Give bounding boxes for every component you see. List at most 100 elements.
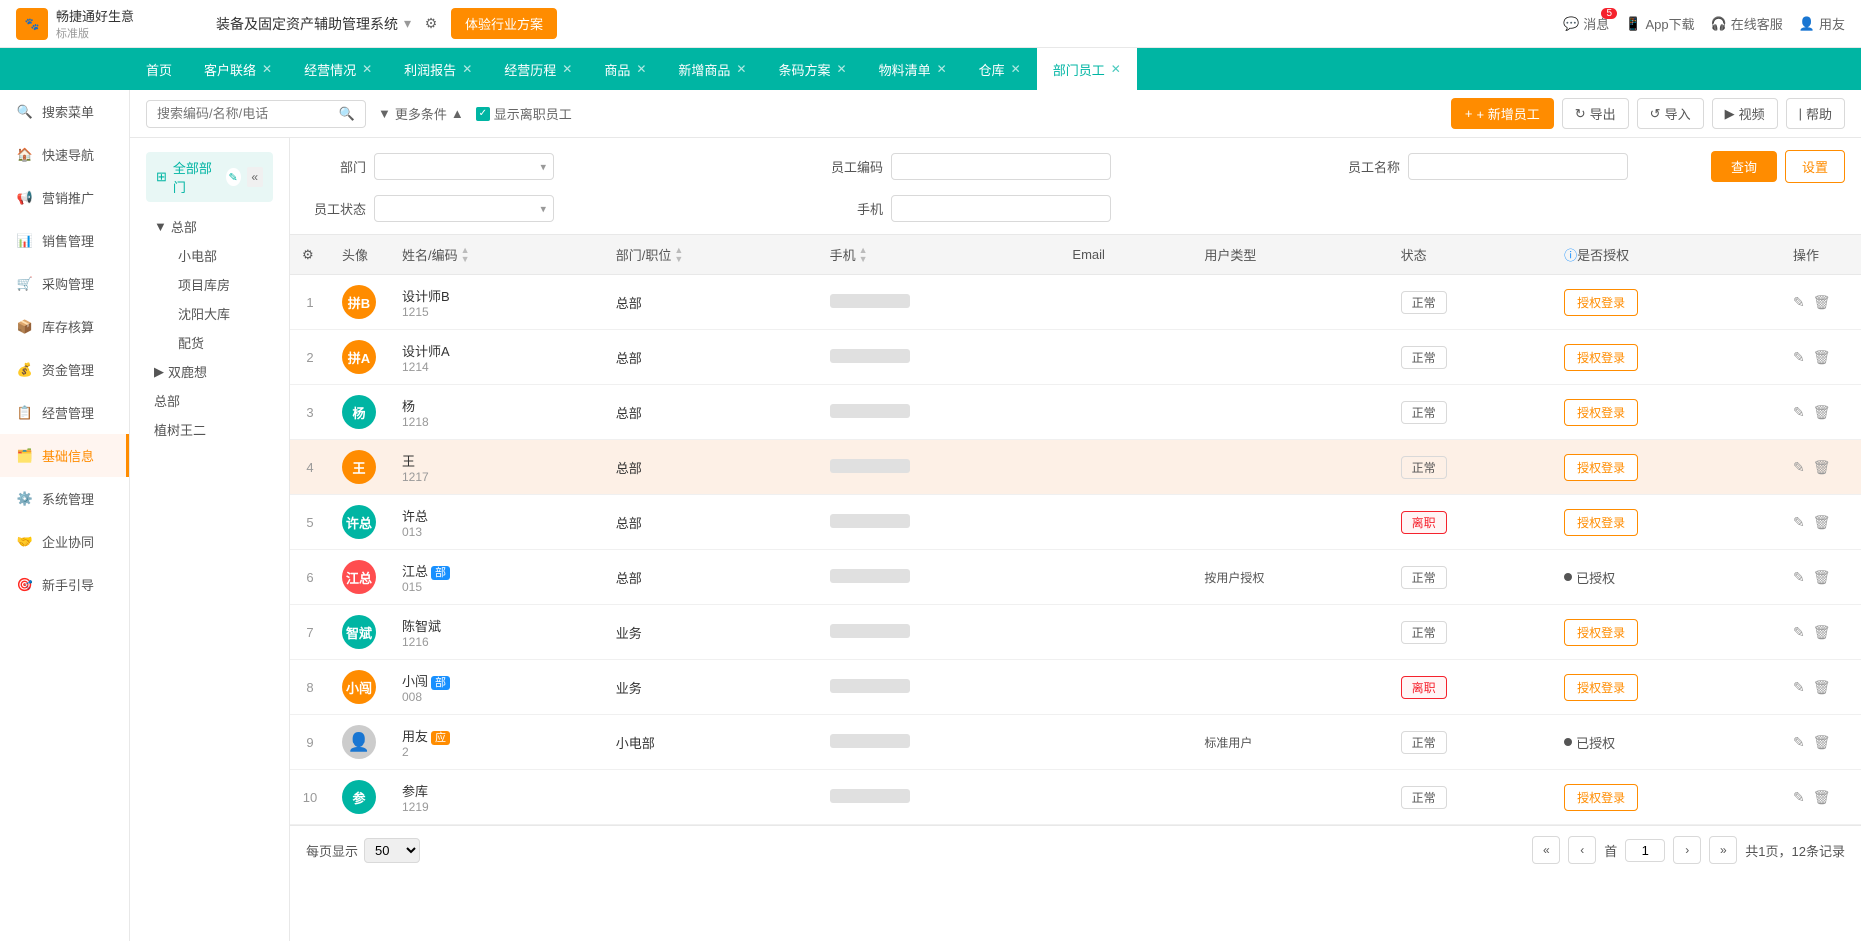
sidebar-item-search[interactable]: 🔍 搜索菜单 bbox=[0, 90, 129, 133]
sidebar-item-sales[interactable]: 📊 销售管理 bbox=[0, 219, 129, 262]
nav-item-addgoods[interactable]: 新增商品✕ bbox=[662, 48, 762, 90]
nav-item-bom[interactable]: 物料清单✕ bbox=[863, 48, 963, 90]
notice-button[interactable]: 💬 消息 5 bbox=[1563, 14, 1609, 33]
sidebar-item-nav[interactable]: 🏠 快速导航 bbox=[0, 133, 129, 176]
dept-node-shenyangdaku[interactable]: 沈阳大库 bbox=[146, 299, 281, 328]
last-page-button[interactable]: » bbox=[1709, 836, 1737, 864]
nav-item-profit[interactable]: 利润报告✕ bbox=[388, 48, 488, 90]
sidebar-item-collab[interactable]: 🤝 企业协同 bbox=[0, 520, 129, 563]
online-service-button[interactable]: 🎧 在线客服 bbox=[1711, 14, 1783, 33]
query-button[interactable]: 查询 bbox=[1711, 151, 1777, 182]
settings-button[interactable]: 设置 bbox=[1785, 150, 1845, 183]
page-number-input[interactable] bbox=[1625, 839, 1665, 862]
try-button[interactable]: 体验行业方案 bbox=[451, 8, 557, 39]
auth-login-button[interactable]: 授权登录 bbox=[1564, 509, 1638, 536]
col-settings[interactable]: ⚙ bbox=[290, 235, 330, 275]
edit-icon[interactable]: ✎ bbox=[1793, 569, 1805, 586]
sidebar-item-purchase[interactable]: 🛒 采购管理 bbox=[0, 262, 129, 305]
col-phone[interactable]: 手机 ▲▼ bbox=[818, 235, 1061, 275]
sidebar-item-management[interactable]: 📋 经营管理 bbox=[0, 391, 129, 434]
nav-item-barcode[interactable]: 条码方案✕ bbox=[762, 48, 862, 90]
first-page-button[interactable]: « bbox=[1532, 836, 1560, 864]
edit-icon[interactable]: ✎ bbox=[1793, 404, 1805, 421]
sidebar-item-inventory[interactable]: 📦 库存核算 bbox=[0, 305, 129, 348]
delete-icon[interactable]: 🗑 bbox=[1813, 569, 1831, 586]
nav-close-icon[interactable]: ✕ bbox=[562, 62, 572, 76]
nav-close-icon[interactable]: ✕ bbox=[1011, 62, 1021, 76]
nav-close-icon[interactable]: ✕ bbox=[362, 62, 372, 76]
export-button[interactable]: ↻ 导出 bbox=[1562, 98, 1629, 129]
dept-select[interactable] bbox=[374, 153, 554, 180]
prev-page-button[interactable]: ‹ bbox=[1568, 836, 1596, 864]
all-dept-item[interactable]: ⊞ 全部部门 ✎ « bbox=[146, 152, 273, 202]
auth-login-button[interactable]: 授权登录 bbox=[1564, 674, 1638, 701]
nav-close-icon[interactable]: ✕ bbox=[462, 62, 472, 76]
col-name[interactable]: 姓名/编码 ▲▼ bbox=[390, 235, 604, 275]
nav-close-icon[interactable]: ✕ bbox=[262, 62, 272, 76]
import-button[interactable]: ↺ 导入 bbox=[1637, 98, 1704, 129]
dept-node-shuanglu[interactable]: ▶ 双鹿想 bbox=[146, 357, 281, 386]
nav-item-process[interactable]: 经营历程✕ bbox=[488, 48, 588, 90]
gear-icon[interactable]: ⚙ bbox=[417, 10, 445, 38]
dept-node-zongbu[interactable]: ▼ 总部 bbox=[146, 212, 281, 241]
dept-node-xiaodibu[interactable]: 小电部 bbox=[146, 241, 281, 270]
nav-item-employee[interactable]: 部门员工✕ bbox=[1037, 48, 1137, 90]
auth-login-button[interactable]: 授权登录 bbox=[1564, 344, 1638, 371]
edit-icon[interactable]: ✎ bbox=[1793, 294, 1805, 311]
sidebar-item-system[interactable]: ⚙️ 系统管理 bbox=[0, 477, 129, 520]
delete-icon[interactable]: 🗑 bbox=[1813, 459, 1831, 476]
delete-icon[interactable]: 🗑 bbox=[1813, 294, 1831, 311]
dropdown-arrow-icon[interactable]: ▾ bbox=[404, 15, 411, 32]
status-select[interactable] bbox=[374, 195, 554, 222]
delete-icon[interactable]: 🗑 bbox=[1813, 349, 1831, 366]
dept-node-zhishu[interactable]: 植树王二 bbox=[146, 415, 281, 444]
app-download-button[interactable]: 📱 App下载 bbox=[1625, 14, 1694, 33]
dept-node-zongbu2[interactable]: 总部 bbox=[146, 386, 281, 415]
nav-item-warehouse[interactable]: 仓库✕ bbox=[963, 48, 1037, 90]
delete-icon[interactable]: 🗑 bbox=[1813, 514, 1831, 531]
nav-close-icon[interactable]: ✕ bbox=[837, 62, 847, 76]
edit-icon[interactable]: ✎ bbox=[1793, 349, 1805, 366]
sidebar-item-finance[interactable]: 💰 资金管理 bbox=[0, 348, 129, 391]
phone-input[interactable] bbox=[891, 195, 1111, 222]
edit-icon[interactable]: ✎ bbox=[1793, 789, 1805, 806]
help-button[interactable]: | 帮助 bbox=[1786, 98, 1845, 129]
nav-close-active-icon[interactable]: ✕ bbox=[1111, 62, 1121, 76]
dept-node-xiangmuku[interactable]: 项目库房 bbox=[146, 270, 281, 299]
delete-icon[interactable]: 🗑 bbox=[1813, 789, 1831, 806]
col-dept[interactable]: 部门/职位 ▲▼ bbox=[604, 235, 818, 275]
delete-icon[interactable]: 🗑 bbox=[1813, 624, 1831, 641]
delete-icon[interactable]: 🗑 bbox=[1813, 404, 1831, 421]
auth-login-button[interactable]: 授权登录 bbox=[1564, 784, 1638, 811]
page-size-select[interactable]: 50 100 200 bbox=[364, 838, 420, 863]
search-input[interactable] bbox=[157, 106, 333, 121]
nav-item-goods[interactable]: 商品✕ bbox=[588, 48, 662, 90]
delete-icon[interactable]: 🗑 bbox=[1813, 734, 1831, 751]
more-filter-button[interactable]: ▼ 更多条件 ▲ bbox=[378, 104, 464, 123]
auth-login-button[interactable]: 授权登录 bbox=[1564, 454, 1638, 481]
video-button[interactable]: ▶ 视频 bbox=[1712, 98, 1778, 129]
delete-icon[interactable]: 🗑 bbox=[1813, 679, 1831, 696]
add-employee-button[interactable]: + + 新增员工 bbox=[1451, 98, 1554, 129]
collapse-button[interactable]: « bbox=[247, 167, 263, 187]
nav-item-home[interactable]: 首页 bbox=[130, 48, 188, 90]
next-page-button[interactable]: › bbox=[1673, 836, 1701, 864]
nav-close-icon[interactable]: ✕ bbox=[736, 62, 746, 76]
empcode-input[interactable] bbox=[891, 153, 1111, 180]
user-avatar[interactable]: 👤 用友 bbox=[1799, 14, 1845, 33]
edit-icon[interactable]: ✎ bbox=[1793, 679, 1805, 696]
edit-icon[interactable]: ✎ bbox=[226, 168, 241, 186]
auth-login-button[interactable]: 授权登录 bbox=[1564, 399, 1638, 426]
nav-close-icon[interactable]: ✕ bbox=[937, 62, 947, 76]
nav-close-icon[interactable]: ✕ bbox=[636, 62, 646, 76]
sidebar-item-basicinfo[interactable]: 🗂️ 基础信息 bbox=[0, 434, 129, 477]
edit-icon[interactable]: ✎ bbox=[1793, 734, 1805, 751]
show-resigned-checkbox[interactable]: ✓ 显示离职员工 bbox=[476, 104, 572, 123]
auth-login-button[interactable]: 授权登录 bbox=[1564, 619, 1638, 646]
auth-login-button[interactable]: 授权登录 bbox=[1564, 289, 1638, 316]
dept-node-peihuo[interactable]: 配货 bbox=[146, 328, 281, 357]
nav-item-customer[interactable]: 客户联络✕ bbox=[188, 48, 288, 90]
nav-item-business[interactable]: 经营情况✕ bbox=[288, 48, 388, 90]
empname-input[interactable] bbox=[1408, 153, 1628, 180]
sidebar-item-guide[interactable]: 🎯 新手引导 bbox=[0, 563, 129, 606]
